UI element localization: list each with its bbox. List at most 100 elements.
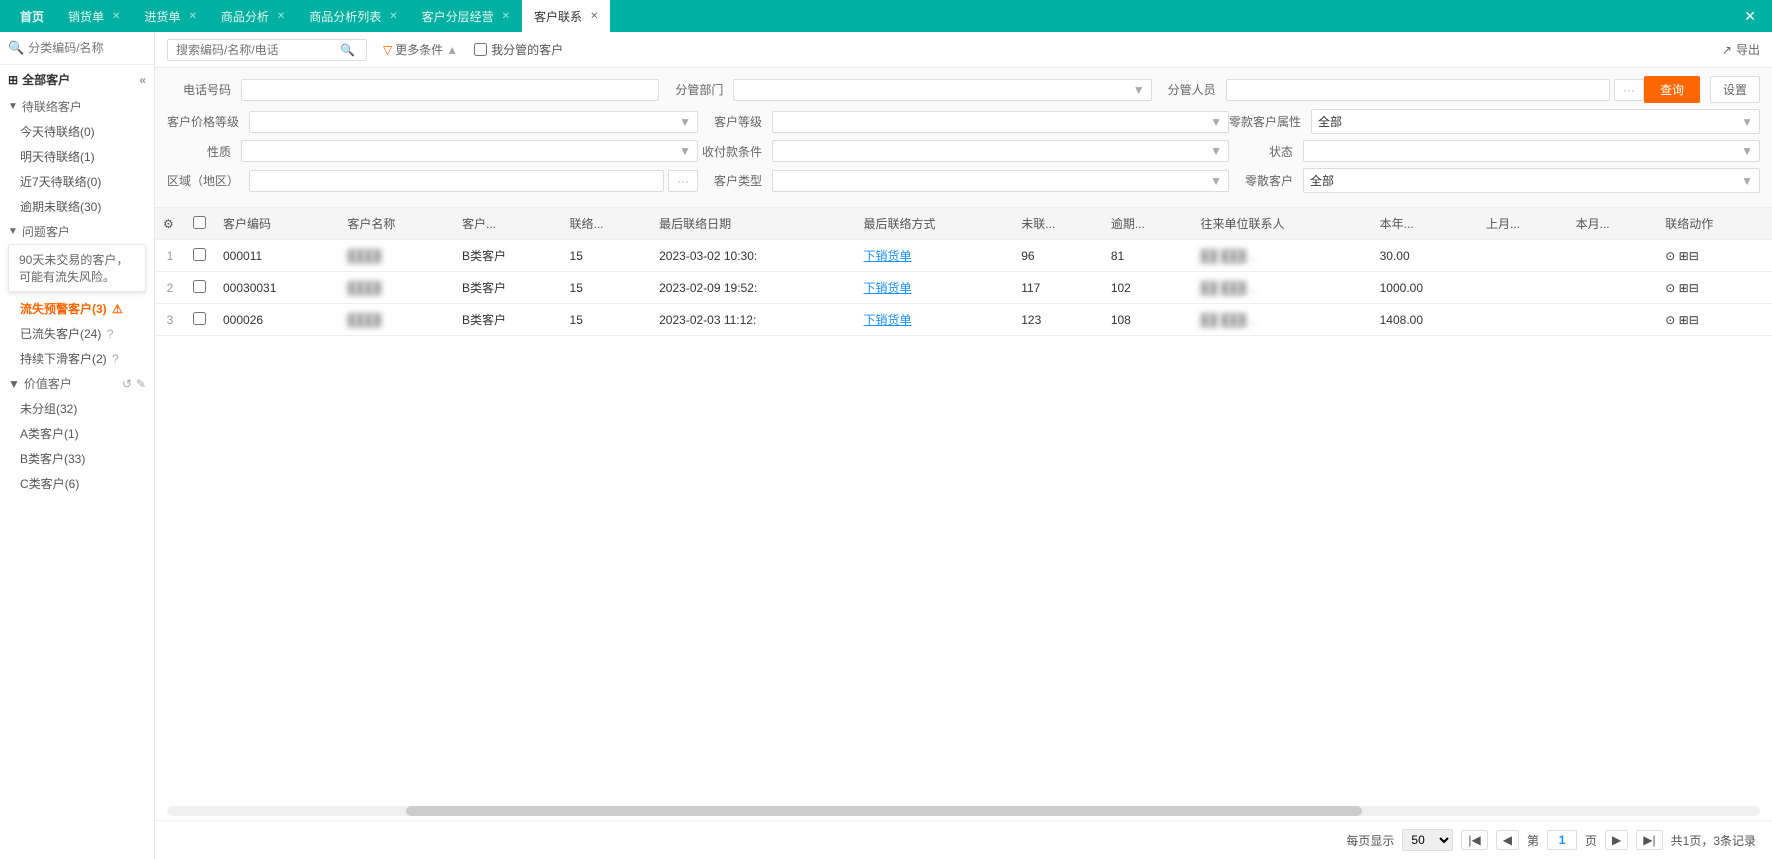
setting-button[interactable]: 设置	[1710, 76, 1760, 103]
filter-icon: ▽	[383, 43, 392, 57]
customers-table: ⚙ 客户编码 客户名称 客户...	[155, 208, 1772, 336]
table-row: 1000011████B类客户152023-03-02 10:30:下销货单96…	[155, 240, 1772, 272]
horizontal-scrollbar[interactable]	[167, 806, 1760, 816]
sidebar-item-tomorrow[interactable]: 明天待联络(1)	[0, 144, 154, 169]
field-phone: 电话号码	[167, 79, 659, 101]
tab-sales[interactable]: 销货单 ✕	[56, 0, 132, 32]
row-action[interactable]: ⊙ ⊞⊟	[1657, 304, 1772, 336]
zero-attr-select[interactable]: 全部 ▼	[1311, 109, 1760, 134]
sidebar-item-7days[interactable]: 近7天待联络(0)	[0, 169, 154, 194]
sidebar-item-class-c[interactable]: C类客户(6)	[0, 471, 154, 496]
pending-contact-section[interactable]: ▼ 待联络客户	[0, 94, 154, 119]
filter-search-input[interactable]	[176, 43, 336, 57]
row-last-contact-way[interactable]: 下销货单	[856, 272, 1014, 304]
row-type: B类客户	[454, 304, 562, 336]
manager-input[interactable]	[1226, 79, 1610, 101]
customer-level-select[interactable]: ▼	[772, 111, 1229, 133]
query-button[interactable]: 查询	[1644, 76, 1700, 103]
edit-icon[interactable]: ✎	[136, 377, 146, 391]
tab-customer-contact[interactable]: 客户联系 ✕	[522, 0, 610, 32]
my-customers-checkbox[interactable]	[474, 43, 487, 56]
close-purchase-icon[interactable]: ✕	[188, 11, 196, 22]
scrollbar-thumb[interactable]	[406, 806, 1362, 816]
customer-type-select[interactable]: ▼	[772, 170, 1229, 192]
th-settings[interactable]: ⚙	[155, 208, 185, 240]
th-type: 客户...	[454, 208, 562, 240]
filter-search-icon[interactable]: 🔍	[340, 43, 355, 57]
last-page-btn[interactable]: ▶|	[1636, 830, 1662, 850]
row-checkbox[interactable]	[185, 272, 215, 304]
close-customer-contact-icon[interactable]: ✕	[590, 11, 598, 22]
page-number-input[interactable]	[1547, 830, 1577, 850]
sidebar-item-unclassified[interactable]: 未分组(32)	[0, 396, 154, 421]
row-overdue: 108	[1103, 304, 1193, 336]
manager-dots-btn[interactable]: ···	[1614, 79, 1644, 101]
per-page-select[interactable]: 50 100	[1402, 829, 1453, 851]
refresh-icon[interactable]: ↺	[122, 377, 132, 391]
sidebar-item-overdue[interactable]: 逾期未联络(30)	[0, 194, 154, 219]
value-customers-section[interactable]: ▼ 价值客户 ↺ ✎	[0, 371, 154, 396]
row-last-contact-way-link[interactable]: 下销货单	[864, 249, 912, 263]
row-last-contact-way-link[interactable]: 下销货单	[864, 281, 912, 295]
tab-home[interactable]: 首页	[8, 0, 56, 32]
close-app-icon[interactable]: ✕	[1736, 8, 1764, 25]
field-status: 状态 ▼	[1229, 140, 1760, 162]
region-dots-btn[interactable]: ···	[668, 170, 698, 192]
close-sales-icon[interactable]: ✕	[112, 11, 120, 22]
row-checkbox[interactable]	[185, 304, 215, 336]
sidebar-item-churn-warning[interactable]: 流失预警客户(3) ⚠	[0, 296, 154, 321]
sidebar-item-declining[interactable]: 持续下滑客户(2) ?	[0, 346, 154, 371]
filter-row-2: 客户价格等级 ▼ 客户等级 ▼ 零款客户属性 全部	[167, 109, 1760, 134]
first-page-btn[interactable]: |◀	[1461, 830, 1487, 850]
sidebar-item-churned[interactable]: 已流失客户(24) ?	[0, 321, 154, 346]
payment-select[interactable]: ▼	[772, 140, 1229, 162]
tab-goods-analysis-list[interactable]: 商品分析列表 ✕	[297, 0, 409, 32]
row-last-contact-way[interactable]: 下销货单	[856, 304, 1014, 336]
row-contact: 15	[562, 240, 652, 272]
zero-customer-select[interactable]: 全部 ▼	[1303, 168, 1760, 193]
row-this-year: 30.00	[1372, 240, 1478, 272]
phone-input[interactable]	[241, 79, 659, 101]
th-name: 客户名称	[339, 208, 454, 240]
tab-purchase[interactable]: 进货单 ✕	[132, 0, 208, 32]
row-checkbox-input[interactable]	[193, 312, 206, 325]
tab-customer-tier[interactable]: 客户分层经营 ✕	[410, 0, 522, 32]
region-input[interactable]	[249, 170, 664, 192]
row-last-contact-way-link[interactable]: 下销货单	[864, 313, 912, 327]
prev-page-btn[interactable]: ◀	[1496, 830, 1519, 850]
close-goods-analysis-icon[interactable]: ✕	[277, 11, 285, 22]
nature-select[interactable]: ▼	[241, 140, 698, 162]
arrow-down-icon3: ▼	[8, 377, 20, 391]
payment-label: 收付款条件	[698, 143, 768, 160]
more-conditions-btn[interactable]: ▽ 更多条件 ▲	[375, 38, 466, 61]
field-region: 区域（地区） ···	[167, 170, 698, 192]
problem-customers-section[interactable]: ▼ 问题客户	[0, 219, 154, 244]
row-last-contact-way[interactable]: 下销货单	[856, 240, 1014, 272]
table-row: 200030031████B类客户152023-02-09 19:52:下销货单…	[155, 272, 1772, 304]
row-checkbox-input[interactable]	[193, 280, 206, 293]
sidebar-item-class-b[interactable]: B类客户(33)	[0, 446, 154, 471]
dept-arrow-icon: ▼	[1133, 83, 1145, 97]
sidebar-search-input[interactable]	[28, 41, 155, 55]
grid-icon: ⊞	[8, 73, 18, 87]
sidebar-item-today[interactable]: 今天待联络(0)	[0, 119, 154, 144]
payment-arrow-icon: ▼	[1210, 144, 1222, 158]
close-customer-tier-icon[interactable]: ✕	[502, 11, 510, 22]
row-checkbox-input[interactable]	[193, 248, 206, 261]
next-page-btn[interactable]: ▶	[1605, 830, 1628, 850]
row-action[interactable]: ⊙ ⊞⊟	[1657, 272, 1772, 304]
th-contact: 联络...	[562, 208, 652, 240]
collapse-icon: «	[139, 73, 146, 87]
sidebar-item-class-a[interactable]: A类客户(1)	[0, 421, 154, 446]
select-all-checkbox[interactable]	[193, 216, 206, 229]
tab-goods-analysis[interactable]: 商品分析 ✕	[209, 0, 297, 32]
close-goods-analysis-list-icon[interactable]: ✕	[389, 11, 397, 22]
status-select[interactable]: ▼	[1303, 140, 1760, 162]
field-nature: 性质 ▼	[167, 140, 698, 162]
export-btn[interactable]: ↗ 导出	[1722, 41, 1760, 58]
dept-select[interactable]: ▼	[733, 79, 1151, 101]
all-customers-header[interactable]: ⊞ 全部客户 «	[0, 65, 154, 94]
price-level-select[interactable]: ▼	[249, 111, 698, 133]
row-action[interactable]: ⊙ ⊞⊟	[1657, 240, 1772, 272]
row-checkbox[interactable]	[185, 240, 215, 272]
